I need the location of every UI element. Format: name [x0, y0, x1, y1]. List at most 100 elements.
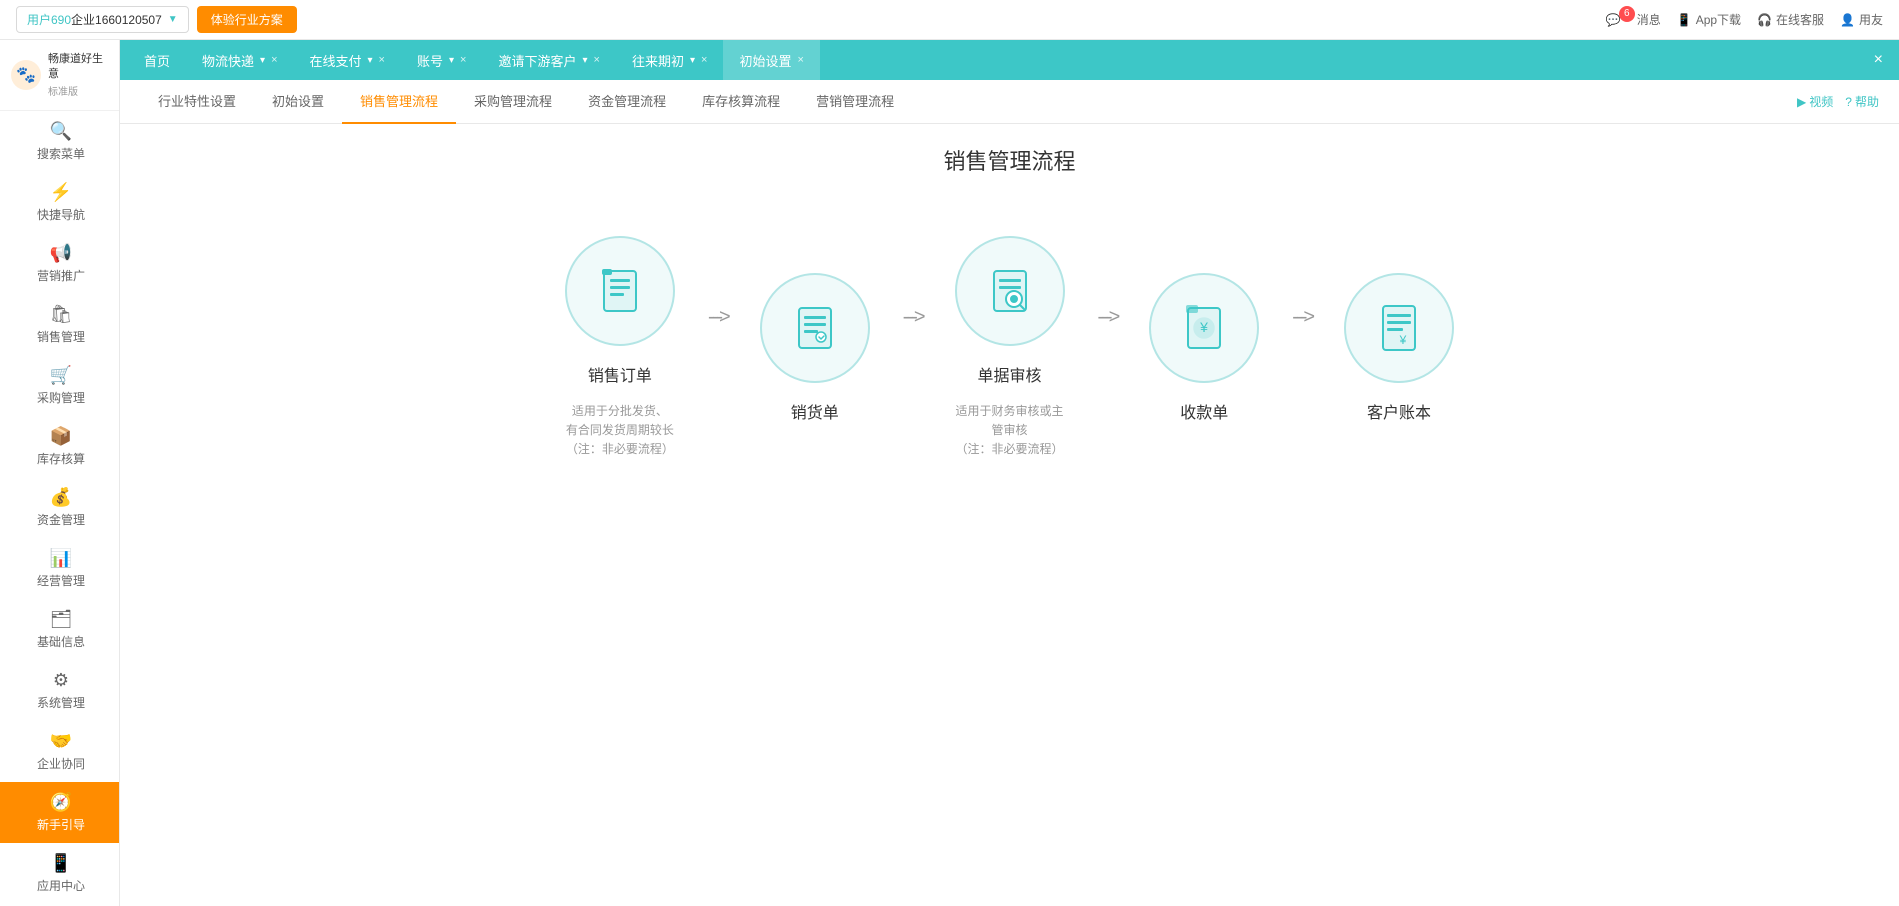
nav-tab-close-period[interactable]: × [701, 54, 707, 66]
help-icon: ? [1845, 95, 1852, 109]
help-action[interactable]: ? 帮助 [1845, 93, 1879, 110]
nav-tab-label-logistics: 物流快递 [202, 51, 254, 70]
sub-tabs-bar: 行业特性设置 初始设置销售管理流程采购管理流程 资金管理流程库存核算流程营销管理流程… [120, 80, 1899, 124]
sidebar-label-guide: 新手引导 [37, 816, 85, 833]
video-label: 视频 [1809, 93, 1833, 110]
online-service-item[interactable]: 🎧 在线客服 [1757, 11, 1824, 28]
nav-tab-logistics[interactable]: 物流快递▾× [186, 40, 293, 80]
flow-step-sales_order: 销售订单适用于分批发货、 有合同发货周期较长 （注：非必要流程） [540, 236, 700, 460]
sidebar-label-purchase: 采购管理 [37, 389, 85, 406]
nav-tab-home[interactable]: 首页 [128, 40, 186, 80]
sub-tab-label-purchase_flow: 采购管理流程 [474, 91, 552, 110]
nav-tab-setup[interactable]: 初始设置 × [723, 40, 819, 80]
nav-tabs: 首页物流快递▾×在线支付▾×账号▾×邀请下游客户▾×往来期初▾×初始设置× [128, 40, 820, 80]
quick-icon: ⚡ [50, 182, 72, 203]
sidebar-item-guide[interactable]: 🧭 新手引导 [0, 782, 119, 843]
app-download-item[interactable]: 📱 App下载 [1677, 11, 1741, 28]
nav-tab-arrow-account: ▾ [449, 55, 454, 66]
sidebar-item-purchase[interactable]: 🛒 采购管理 [0, 355, 119, 416]
user-name-label: 用友 [1859, 11, 1883, 28]
trial-button[interactable]: 体验行业方案 [197, 6, 297, 33]
flow-arrow-1: - - -> [903, 306, 922, 389]
sub-tab-purchase_flow[interactable]: 采购管理流程 [456, 80, 570, 124]
sidebar-item-marketing[interactable]: 📢 营销推广 [0, 233, 119, 294]
nav-tab-close-invite[interactable]: × [594, 54, 600, 66]
sidebar-label-operation: 经营管理 [37, 572, 85, 589]
sidebar-item-corp[interactable]: 🤝 企业协同 [0, 721, 119, 782]
sidebar: 🐾 畅康道好生意 标准版 🔍 搜索菜单 ⚡ 快捷导航 📢 营销推广 🛍 销售管理… [0, 40, 120, 906]
nav-tab-close-payment[interactable]: × [379, 54, 385, 66]
sidebar-item-search[interactable]: 🔍 搜索菜单 [0, 111, 119, 172]
flow-step-title-doc_review: 单据审核 [977, 362, 1041, 386]
nav-tab-account[interactable]: 账号▾× [401, 40, 482, 80]
top-bar-right: 💬 6 消息 📱 App下载 🎧 在线客服 👤 用友 [1606, 11, 1883, 28]
sub-tab-marketing_flow[interactable]: 营销管理流程 [798, 80, 912, 124]
sub-tab-label-industry: 行业特性设置 [158, 91, 236, 110]
sidebar-item-quick[interactable]: ⚡ 快捷导航 [0, 172, 119, 233]
nav-tab-arrow-invite: ▾ [582, 55, 587, 66]
nav-tab-label-payment: 在线支付 [310, 51, 362, 70]
sidebar-nav: 🔍 搜索菜单 ⚡ 快捷导航 📢 营销推广 🛍 销售管理 🛒 采购管理 📦 库存核… [0, 111, 119, 906]
sidebar-item-sales[interactable]: 🛍 销售管理 [0, 294, 119, 355]
user-selector[interactable]: 用户690企业1660120507 ▼ [16, 6, 189, 33]
svg-text:🐾: 🐾 [16, 67, 36, 84]
flow-circle-customer_ledger: ¥ [1344, 273, 1454, 383]
main-layout: 🐾 畅康道好生意 标准版 🔍 搜索菜单 ⚡ 快捷导航 📢 营销推广 🛍 销售管理… [0, 40, 1899, 906]
sidebar-label-quick: 快捷导航 [37, 206, 85, 223]
sub-tab-stock_flow[interactable]: 库存核算流程 [684, 80, 798, 124]
sidebar-label-search: 搜索菜单 [37, 145, 85, 162]
message-item[interactable]: 💬 6 消息 [1606, 11, 1661, 28]
user-avatar-item[interactable]: 👤 用友 [1840, 11, 1883, 28]
sub-tab-finance_flow[interactable]: 资金管理流程 [570, 80, 684, 124]
chevron-down-icon: ▼ [168, 14, 178, 25]
flow-circle-sales_invoice [760, 273, 870, 383]
app-icon: 📱 [1677, 13, 1692, 27]
nav-tabs-bar: 首页物流快递▾×在线支付▾×账号▾×邀请下游客户▾×往来期初▾×初始设置× × [120, 40, 1899, 80]
flow-step-doc_review: 单据审核适用于财务审核或主 管审核 （注：非必要流程） [930, 236, 1090, 460]
nav-tab-close-account[interactable]: × [460, 54, 466, 66]
nav-tab-period[interactable]: 往来期初▾× [616, 40, 723, 80]
sub-tab-label-marketing_flow: 营销管理流程 [816, 91, 894, 110]
sub-tab-label-initial: 初始设置 [272, 91, 324, 110]
flow-step-customer_ledger: ¥ 客户账本 [1319, 273, 1479, 423]
nav-tab-invite[interactable]: 邀请下游客户 ▾ × [482, 40, 615, 80]
flow-step-title-sales_invoice: 销货单 [791, 399, 839, 423]
close-all-tabs-button[interactable]: × [1866, 51, 1891, 69]
nav-tab-label-invite: 邀请下游客户 [498, 51, 576, 70]
page-content: 销售管理流程 销售订单适用于分批发货、 有合同发货周期较长 （注：非必要流程）-… [120, 124, 1899, 906]
sidebar-item-system[interactable]: ⚙ 系统管理 [0, 660, 119, 721]
sidebar-item-apps[interactable]: 📱 应用中心 [0, 843, 119, 904]
sidebar-item-finance[interactable]: 💰 资金管理 [0, 477, 119, 538]
sub-tab-industry[interactable]: 行业特性设置 [140, 80, 254, 124]
app-label: App下载 [1696, 11, 1741, 28]
sub-tabs: 行业特性设置 初始设置销售管理流程采购管理流程 资金管理流程库存核算流程营销管理流程 [140, 80, 912, 124]
video-action[interactable]: ▶ 视频 [1797, 93, 1833, 110]
sidebar-label-base: 基础信息 [37, 633, 85, 650]
sidebar-label-corp: 企业协同 [37, 755, 85, 772]
nav-tab-label-home: 首页 [144, 51, 170, 70]
nav-tab-label-setup: 初始设置 [739, 51, 791, 70]
sidebar-item-base[interactable]: 🗂 基础信息 [0, 599, 119, 660]
sidebar-item-operation[interactable]: 📊 经营管理 [0, 538, 119, 599]
corp-icon: 🤝 [50, 731, 72, 752]
flow-step-title-receipt: 收款单 [1180, 399, 1228, 423]
user-label: 用户690企业1660120507 [27, 11, 162, 28]
nav-tab-payment[interactable]: 在线支付▾× [294, 40, 401, 80]
search-icon: 🔍 [50, 121, 72, 142]
sub-tab-initial[interactable]: 初始设置 [254, 80, 342, 124]
nav-tab-close-setup[interactable]: × [797, 54, 803, 66]
flow-circle-doc_review [955, 236, 1065, 346]
nav-tab-close-logistics[interactable]: × [271, 54, 277, 66]
flow-step-sales_invoice: 销货单 [735, 273, 895, 423]
sidebar-label-system: 系统管理 [37, 694, 85, 711]
sub-tab-sales_flow[interactable]: 销售管理流程 [342, 80, 456, 124]
sidebar-item-stock[interactable]: 📦 库存核算 [0, 416, 119, 477]
sub-tab-label-finance_flow: 资金管理流程 [588, 91, 666, 110]
sidebar-label-apps: 应用中心 [37, 877, 85, 894]
message-label: 消息 [1637, 11, 1661, 28]
flow-arrow-3: - - -> [1292, 306, 1311, 389]
stock-icon: 📦 [50, 426, 72, 447]
nav-tab-label-period: 往来期初 [632, 51, 684, 70]
system-icon: ⚙ [53, 670, 69, 691]
avatar-icon: 👤 [1840, 13, 1855, 27]
